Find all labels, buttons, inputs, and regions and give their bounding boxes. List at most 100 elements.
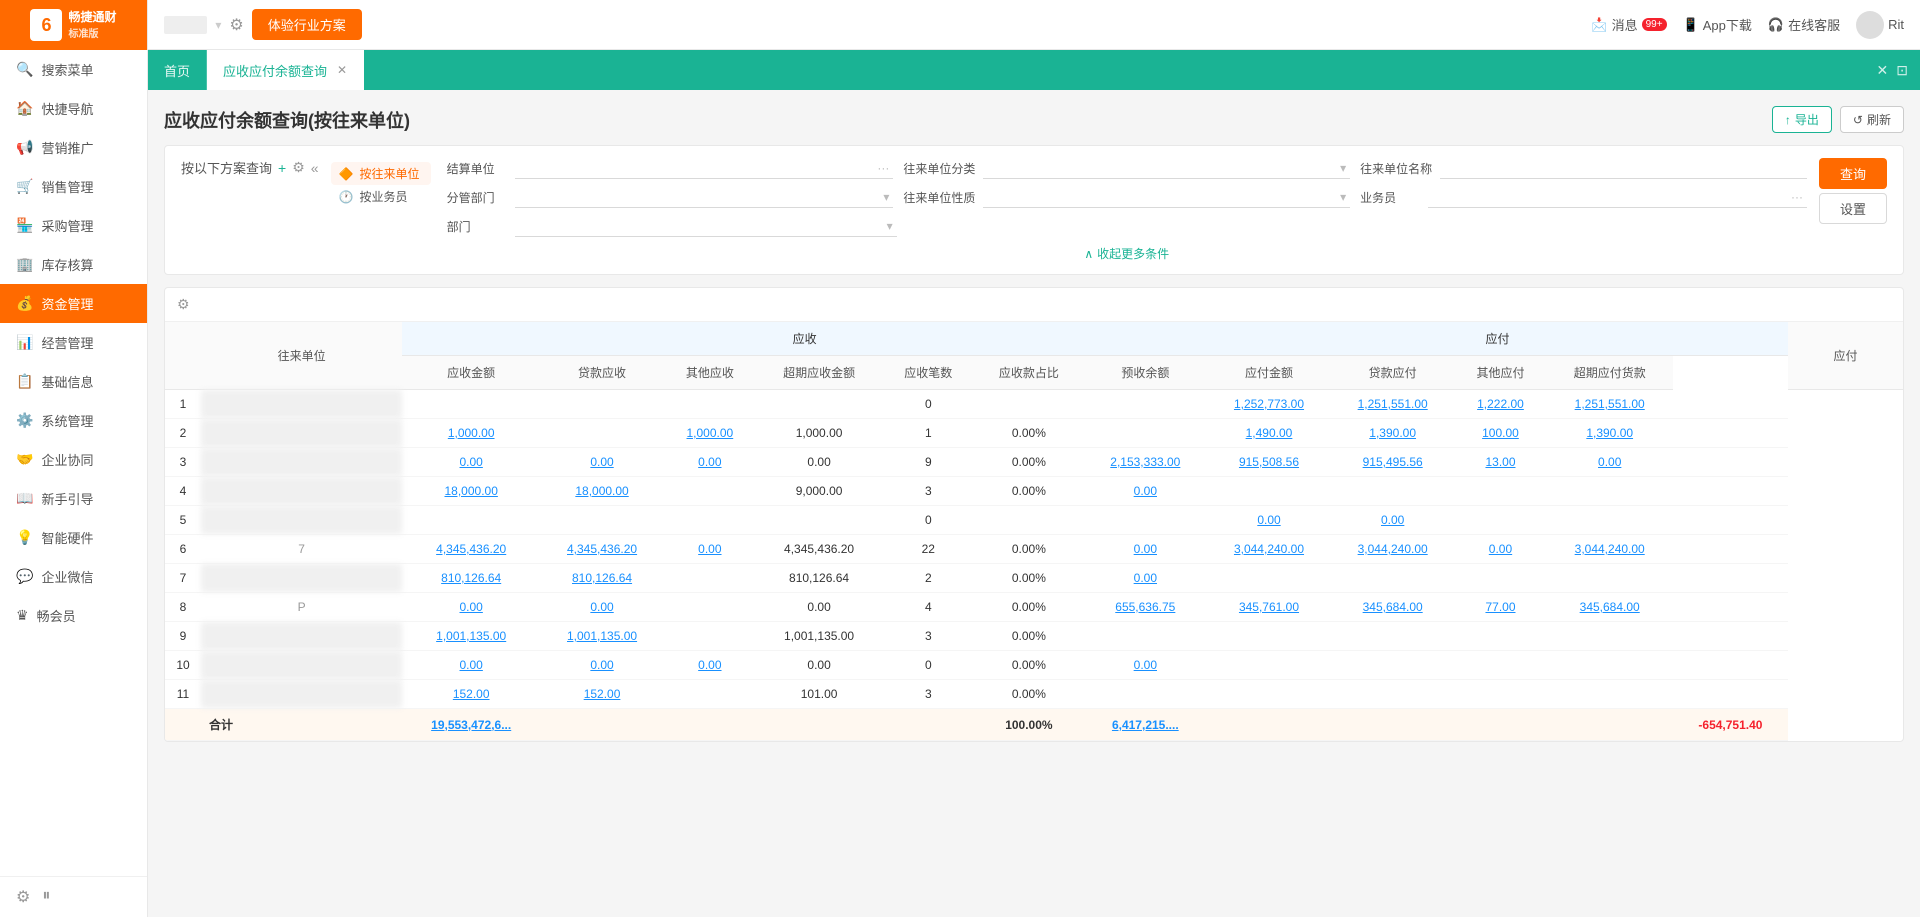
th-ar-count: 应收笔数 [882, 356, 974, 390]
tab-close-icon[interactable]: ✕ [337, 63, 347, 77]
td-other-ap[interactable]: 100.00 [1455, 419, 1547, 448]
td-overdue-ap[interactable]: 345,684.00 [1546, 593, 1672, 622]
td-ar-amount[interactable]: 18,000.00 [402, 477, 540, 506]
td-ar-amount[interactable]: 1,001,135.00 [402, 622, 540, 651]
user-area[interactable]: Rit [1856, 11, 1904, 39]
sidebar-item-hardware[interactable]: 💡 智能硬件 [0, 518, 147, 557]
footer-ap-total: -654,751.40 [1673, 709, 1788, 741]
refresh-btn[interactable]: ↺ 刷新 [1840, 106, 1904, 133]
sidebar-item-guide[interactable]: 📖 新手引导 [0, 479, 147, 518]
td-loan-ar[interactable]: 810,126.64 [540, 564, 664, 593]
td-ar-amount[interactable]: 810,126.64 [402, 564, 540, 593]
td-loan-ar[interactable]: 18,000.00 [540, 477, 664, 506]
td-ar-amount[interactable]: 0.00 [402, 448, 540, 477]
export-btn[interactable]: ↑ 导出 [1772, 106, 1832, 133]
td-other-ap[interactable]: 1,222.00 [1455, 390, 1547, 419]
td-ap-amount[interactable]: 0.00 [1207, 506, 1331, 535]
td-ar-amount[interactable]: 4,345,436.20 [402, 535, 540, 564]
sidebar-item-corp[interactable]: 🤝 企业协同 [0, 440, 147, 479]
settings-btn[interactable]: 设置 [1819, 193, 1887, 224]
sidebar-label-guide: 新手引导 [41, 489, 93, 508]
salesperson-label: 业务员 [1360, 189, 1420, 206]
td-ap-amount[interactable]: 1,252,773.00 [1207, 390, 1331, 419]
sidebar-item-member[interactable]: ♛ 畅会员 [0, 596, 147, 635]
td-other-ap[interactable]: 77.00 [1455, 593, 1547, 622]
td-loan-ap[interactable]: 1,251,551.00 [1331, 390, 1455, 419]
sidebar-item-quicknav[interactable]: 🏠 快捷导航 [0, 89, 147, 128]
query-by-salesperson[interactable]: 🕐 按业务员 [331, 185, 431, 208]
tab-close-window-btn[interactable]: ✕ [1877, 62, 1889, 79]
td-loan-ar[interactable]: 0.00 [540, 593, 664, 622]
td-ar-amount[interactable]: 0.00 [402, 593, 540, 622]
sidebar-item-inventory[interactable]: 🏢 库存核算 [0, 245, 147, 284]
td-ar-amount[interactable]: 1,000.00 [402, 419, 540, 448]
department-select[interactable]: ▾ [515, 216, 897, 237]
td-other-ar[interactable]: 0.00 [664, 448, 756, 477]
td-other-ap[interactable]: 0.00 [1455, 535, 1547, 564]
td-other-ar[interactable]: 0.00 [664, 535, 756, 564]
salesperson-input[interactable]: ··· [1428, 187, 1807, 208]
td-other-ap[interactable]: 13.00 [1455, 448, 1547, 477]
td-ar-amount[interactable]: 0.00 [402, 651, 540, 680]
td-prepayment[interactable]: 0.00 [1083, 651, 1207, 680]
td-prepayment[interactable]: 2,153,333.00 [1083, 448, 1207, 477]
td-other-ar[interactable]: 1,000.00 [664, 419, 756, 448]
sidebar-item-finance[interactable]: 💰 资金管理 [0, 284, 147, 323]
collapse-btn[interactable]: ∧ 收起更多条件 [1084, 245, 1169, 262]
td-other-ar[interactable]: 0.00 [664, 651, 756, 680]
sidebar-item-purchase[interactable]: 🏪 采购管理 [0, 206, 147, 245]
online-service-btn[interactable]: 🎧 在线客服 [1768, 15, 1840, 34]
td-loan-ap[interactable]: 1,390.00 [1331, 419, 1455, 448]
industry-solution-btn[interactable]: 体验行业方案 [252, 9, 362, 40]
td-loan-ap[interactable]: 0.00 [1331, 506, 1455, 535]
td-overdue-ap[interactable]: 1,390.00 [1546, 419, 1672, 448]
sidebar-item-wechat[interactable]: 💬 企业微信 [0, 557, 147, 596]
td-ap-amount[interactable]: 3,044,240.00 [1207, 535, 1331, 564]
partner-category-select[interactable]: ▾ [983, 158, 1350, 179]
td-loan-ar[interactable]: 1,001,135.00 [540, 622, 664, 651]
td-prepayment[interactable]: 655,636.75 [1083, 593, 1207, 622]
td-ap-amount[interactable]: 1,490.00 [1207, 419, 1331, 448]
td-loan-ar[interactable]: 4,345,436.20 [540, 535, 664, 564]
header-settings-icon[interactable]: ⚙ [229, 15, 243, 35]
filter-add-btn[interactable]: + [278, 160, 286, 176]
sidebar-collapse-btn[interactable]: ⏸ [42, 887, 50, 907]
tab-maximize-btn[interactable]: ⊡ [1896, 62, 1908, 79]
app-download-btn[interactable]: 📱 App下载 [1683, 15, 1752, 34]
partner-nature-select[interactable]: ▾ [983, 187, 1350, 208]
filter-collapse-btn[interactable]: « [311, 160, 319, 176]
td-overdue-ap[interactable]: 0.00 [1546, 448, 1672, 477]
notification-btn[interactable]: 📩 消息 99+ [1591, 15, 1666, 34]
sidebar-item-sales[interactable]: 🛒 销售管理 [0, 167, 147, 206]
sidebar-item-system[interactable]: ⚙️ 系统管理 [0, 401, 147, 440]
td-ar-amount[interactable]: 152.00 [402, 680, 540, 709]
sidebar-item-marketing[interactable]: 📢 营销推广 [0, 128, 147, 167]
td-ap-amount[interactable]: 345,761.00 [1207, 593, 1331, 622]
settlement-unit-input[interactable]: ··· [515, 158, 894, 179]
td-loan-ar[interactable]: 0.00 [540, 448, 664, 477]
td-loan-ar[interactable]: 0.00 [540, 651, 664, 680]
sidebar-item-search[interactable]: 🔍 搜索菜单 [0, 50, 147, 89]
td-loan-ap[interactable]: 3,044,240.00 [1331, 535, 1455, 564]
dept-select[interactable]: ▾ [515, 187, 894, 208]
sidebar-settings-btn[interactable]: ⚙ [16, 887, 30, 907]
td-overdue-ap[interactable]: 1,251,551.00 [1546, 390, 1672, 419]
td-loan-ap[interactable]: 915,495.56 [1331, 448, 1455, 477]
td-overdue-ap[interactable]: 3,044,240.00 [1546, 535, 1672, 564]
partner-name-input[interactable] [1440, 158, 1807, 179]
tab-home[interactable]: 首页 [148, 50, 207, 90]
td-prepayment[interactable]: 0.00 [1083, 477, 1207, 506]
sidebar-item-basic[interactable]: 📋 基础信息 [0, 362, 147, 401]
td-ap-amount[interactable]: 915,508.56 [1207, 448, 1331, 477]
sidebar-item-operation[interactable]: 📊 经营管理 [0, 323, 147, 362]
td-prepayment[interactable]: 0.00 [1083, 535, 1207, 564]
td-ar-amount [402, 390, 540, 419]
td-loan-ar[interactable]: 152.00 [540, 680, 664, 709]
td-prepayment[interactable]: 0.00 [1083, 564, 1207, 593]
query-by-partner[interactable]: 🔶 按往来单位 [331, 162, 431, 185]
td-loan-ap[interactable]: 345,684.00 [1331, 593, 1455, 622]
query-btn[interactable]: 查询 [1819, 158, 1887, 189]
table-settings-icon[interactable]: ⚙ [177, 296, 190, 313]
tab-arbalance[interactable]: 应收应付余额查询 ✕ [207, 50, 364, 90]
filter-settings-btn[interactable]: ⚙ [292, 159, 305, 176]
